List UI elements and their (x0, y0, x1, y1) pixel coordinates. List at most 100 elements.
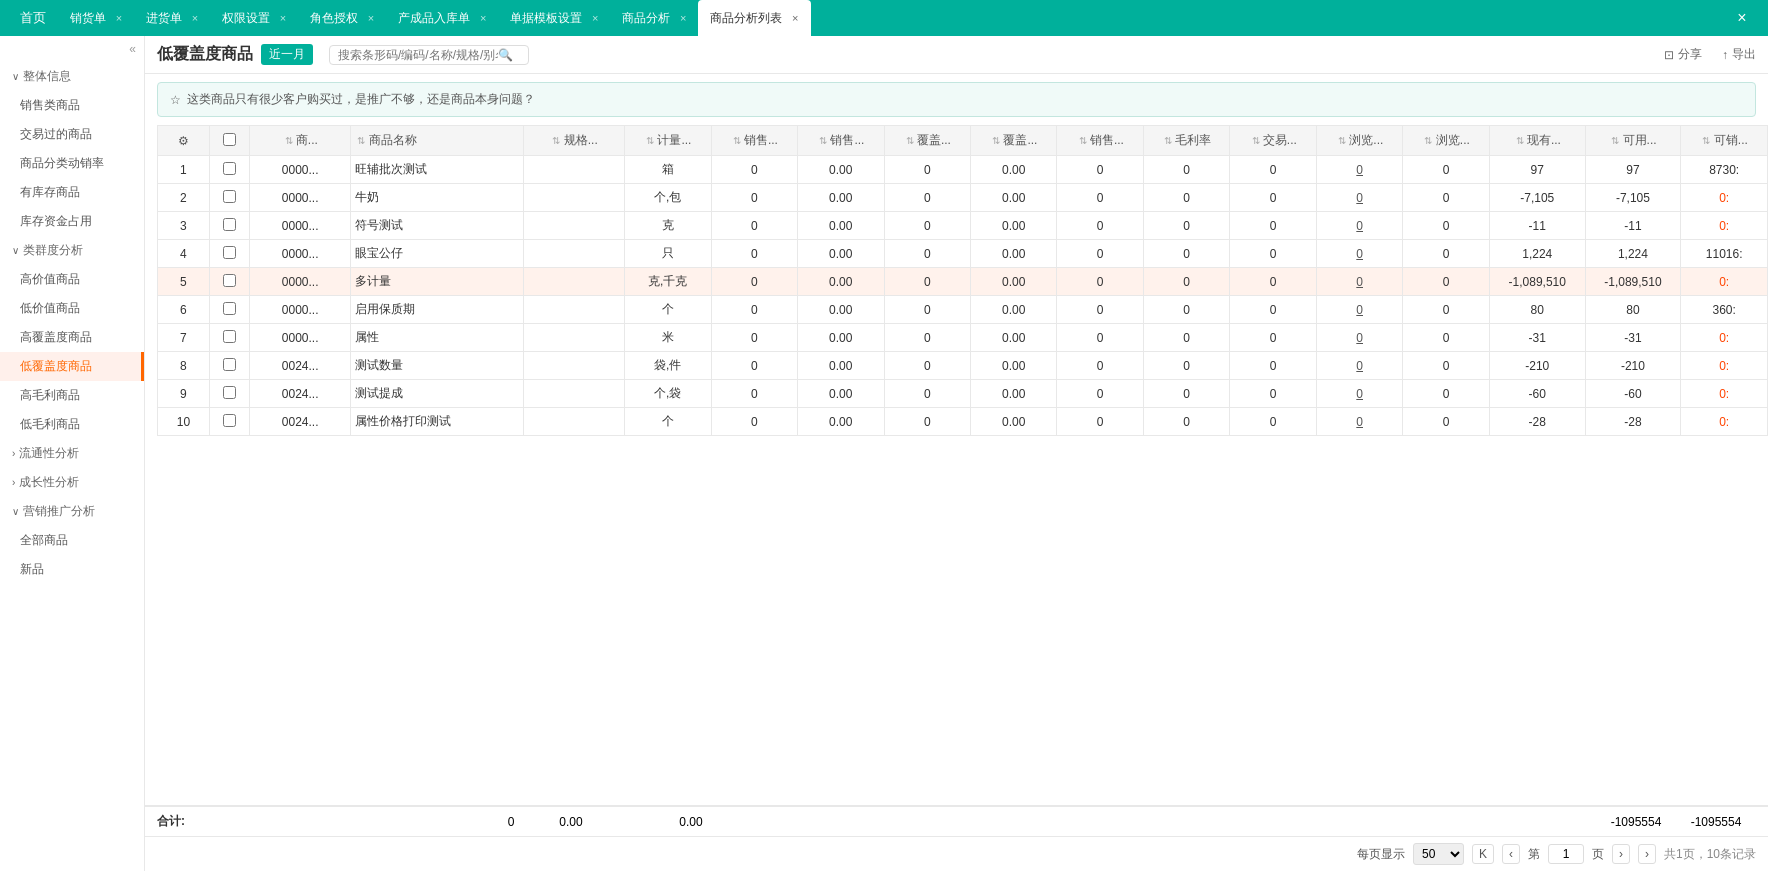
nav-item-role[interactable]: 角色授权 × (298, 0, 386, 36)
sidebar-item-category-rate[interactable]: 商品分类动销率 (0, 149, 144, 178)
nav-close-warehouse[interactable]: × (480, 12, 486, 24)
window-close-button[interactable]: × (1724, 0, 1760, 36)
cover1-column-header[interactable]: ⇅ 覆盖... (884, 126, 970, 156)
row-checkbox[interactable] (223, 330, 236, 343)
search-box[interactable]: 🔍 (329, 45, 529, 65)
sidebar-item-stock-funds[interactable]: 库存资金占用 (0, 207, 144, 236)
nav-close-analysis[interactable]: × (680, 12, 686, 24)
sidebar-section-cluster[interactable]: ∨ 类群度分析 (0, 236, 144, 265)
gross-column-header[interactable]: ⇅ 毛利率 (1143, 126, 1229, 156)
available-column-header[interactable]: ⇅ 可用... (1585, 126, 1681, 156)
sidebar-section-marketing[interactable]: ∨ 营销推广分析 (0, 497, 144, 526)
row-view1[interactable]: 0 (1316, 240, 1402, 268)
nav-close-permission[interactable]: × (280, 12, 286, 24)
search-input[interactable] (338, 48, 498, 62)
row-view1[interactable]: 0 (1316, 184, 1402, 212)
row-checkbox-cell[interactable] (209, 324, 249, 352)
row-checkbox[interactable] (223, 218, 236, 231)
sales-amt-column-header[interactable]: ⇅ 销售... (798, 126, 884, 156)
row-view1[interactable]: 0 (1316, 352, 1402, 380)
table-row: 5 0000... 多计量 克,千克 0 0.00 0 0.00 0 0 0 0… (158, 268, 1768, 296)
page-input[interactable] (1548, 844, 1584, 864)
page-size-select[interactable]: 50 20 100 (1413, 843, 1464, 865)
row-view1[interactable]: 0 (1316, 296, 1402, 324)
row-current: -60 (1489, 380, 1585, 408)
row-checkbox-cell[interactable] (209, 352, 249, 380)
row-checkbox[interactable] (223, 190, 236, 203)
row-view1[interactable]: 0 (1316, 380, 1402, 408)
next-page-button[interactable]: › (1612, 844, 1630, 864)
search-icon[interactable]: 🔍 (498, 48, 513, 62)
row-view1[interactable]: 0 (1316, 156, 1402, 184)
nav-item-warehouse[interactable]: 产成品入库单 × (386, 0, 498, 36)
row-checkbox-cell[interactable] (209, 240, 249, 268)
row-view1[interactable]: 0 (1316, 212, 1402, 240)
row-checkbox-cell[interactable] (209, 408, 249, 436)
sidebar-collapse-button[interactable]: « (0, 36, 144, 62)
nav-close-analysis-list[interactable]: × (792, 12, 798, 24)
row-checkbox[interactable] (223, 162, 236, 175)
row-view1[interactable]: 0 (1316, 324, 1402, 352)
row-checkbox-cell[interactable] (209, 380, 249, 408)
saleable-column-header[interactable]: ⇅ 可销... (1681, 126, 1768, 156)
row-checkbox[interactable] (223, 274, 236, 287)
sidebar-item-sales-goods[interactable]: 销售类商品 (0, 91, 144, 120)
row-checkbox[interactable] (223, 386, 236, 399)
nav-item-analysis[interactable]: 商品分析 × (610, 0, 698, 36)
row-checkbox-cell[interactable] (209, 212, 249, 240)
current-column-header[interactable]: ⇅ 现有... (1489, 126, 1585, 156)
select-all-checkbox[interactable] (223, 133, 236, 146)
row-checkbox[interactable] (223, 358, 236, 371)
nav-close-template[interactable]: × (592, 12, 598, 24)
sidebar-item-low-margin[interactable]: 低毛利商品 (0, 410, 144, 439)
row-checkbox-cell[interactable] (209, 156, 249, 184)
nav-item-purchase[interactable]: 进货单 × (134, 0, 210, 36)
code-column-header[interactable]: ⇅ 商... (250, 126, 351, 156)
last-page-button[interactable]: › (1638, 844, 1656, 864)
row-checkbox-cell[interactable] (209, 184, 249, 212)
share-button[interactable]: ⊡ 分享 (1664, 46, 1702, 63)
nav-item-permission[interactable]: 权限设置 × (210, 0, 298, 36)
time-filter-button[interactable]: 近一月 (261, 44, 313, 65)
spec-column-header[interactable]: ⇅ 规格... (524, 126, 625, 156)
sidebar-item-high-margin[interactable]: 高毛利商品 (0, 381, 144, 410)
sidebar-section-liquidity[interactable]: › 流通性分析 (0, 439, 144, 468)
row-checkbox[interactable] (223, 414, 236, 427)
sidebar-item-high-value[interactable]: 高价值商品 (0, 265, 144, 294)
row-view1[interactable]: 0 (1316, 268, 1402, 296)
row-cover1: 0 (884, 352, 970, 380)
sidebar-section-overview[interactable]: ∨ 整体信息 (0, 62, 144, 91)
nav-item-home[interactable]: 首页 (8, 0, 58, 36)
row-checkbox[interactable] (223, 246, 236, 259)
row-checkbox[interactable] (223, 302, 236, 315)
view1-column-header[interactable]: ⇅ 浏览... (1316, 126, 1402, 156)
row-checkbox-cell[interactable] (209, 268, 249, 296)
nav-item-template[interactable]: 单据模板设置 × (498, 0, 610, 36)
sidebar-item-new-goods[interactable]: 新品 (0, 555, 144, 584)
cover2-column-header[interactable]: ⇅ 覆盖... (970, 126, 1056, 156)
sidebar-item-high-coverage[interactable]: 高覆盖度商品 (0, 323, 144, 352)
nav-close-purchase[interactable]: × (192, 12, 198, 24)
export-button[interactable]: ↑ 导出 (1722, 46, 1756, 63)
unit-column-header[interactable]: ⇅ 计量... (625, 126, 711, 156)
sidebar-item-low-value[interactable]: 低价值商品 (0, 294, 144, 323)
sidebar-item-all-goods[interactable]: 全部商品 (0, 526, 144, 555)
view2-column-header[interactable]: ⇅ 浏览... (1403, 126, 1489, 156)
nav-item-analysis-list[interactable]: 商品分析列表 × (698, 0, 810, 36)
nav-item-sales[interactable]: 销货单 × (58, 0, 134, 36)
sales-qty-column-header[interactable]: ⇅ 销售... (711, 126, 797, 156)
settings-column-header[interactable]: ⚙ (158, 126, 210, 156)
trade-column-header[interactable]: ⇅ 交易... (1230, 126, 1316, 156)
sidebar-item-in-stock[interactable]: 有库存商品 (0, 178, 144, 207)
nav-close-sales[interactable]: × (116, 12, 122, 24)
sidebar-item-traded-goods[interactable]: 交易过的商品 (0, 120, 144, 149)
first-page-button[interactable]: K (1472, 844, 1494, 864)
sidebar-section-growth[interactable]: › 成长性分析 (0, 468, 144, 497)
sales3-column-header[interactable]: ⇅ 销售... (1057, 126, 1143, 156)
prev-page-button[interactable]: ‹ (1502, 844, 1520, 864)
row-view1[interactable]: 0 (1316, 408, 1402, 436)
row-checkbox-cell[interactable] (209, 296, 249, 324)
nav-close-role[interactable]: × (368, 12, 374, 24)
sidebar-item-low-coverage[interactable]: 低覆盖度商品 (0, 352, 144, 381)
name-column-header[interactable]: ⇅ 商品名称 (351, 126, 524, 156)
